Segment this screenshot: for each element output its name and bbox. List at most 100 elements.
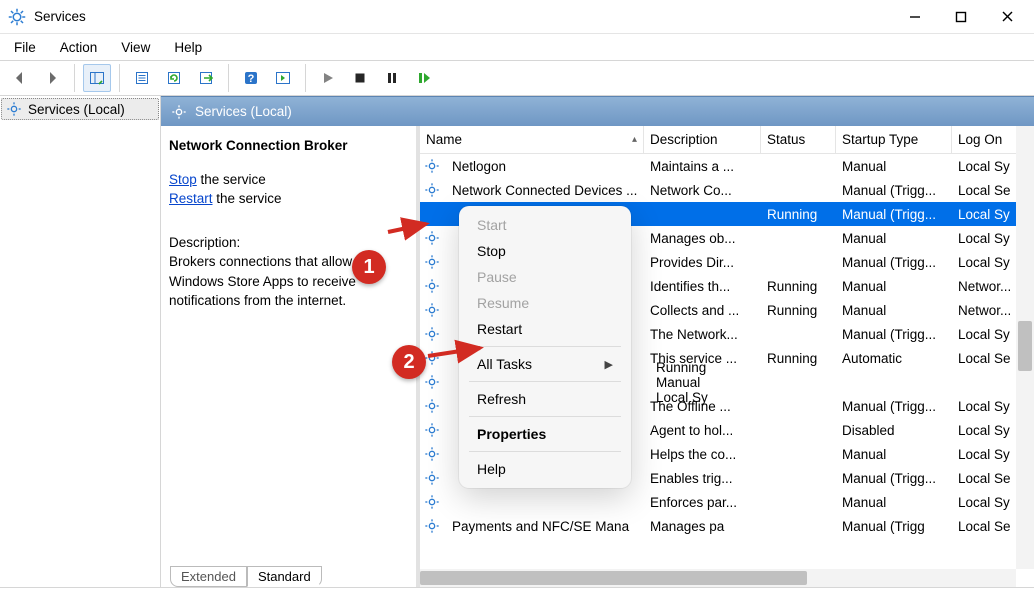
cell-logon: Networ... (952, 303, 1024, 318)
refresh-button[interactable] (160, 64, 188, 92)
menu-help[interactable]: Help (164, 37, 212, 58)
ctx-refresh[interactable]: Refresh (459, 386, 631, 412)
details-panel: Network Connection Broker Stop the servi… (161, 126, 416, 587)
service-row[interactable]: Network Connected Devices ...Network Co.… (420, 178, 1034, 202)
gear-icon (6, 101, 22, 117)
gear-icon (422, 372, 442, 392)
stop-rest-text: the service (197, 172, 266, 187)
cell-name: Payments and NFC/SE Mana (446, 519, 644, 534)
col-log-on-as[interactable]: Log On (952, 126, 1024, 153)
restart-service-button[interactable] (410, 64, 438, 92)
restart-service-link[interactable]: Restart (169, 191, 213, 206)
cell-status: Running (761, 279, 836, 294)
ctx-help[interactable]: Help (459, 456, 631, 482)
tree-root-label: Services (Local) (28, 102, 125, 117)
cell-logon: Local Sy (952, 327, 1024, 342)
scrollbar-thumb[interactable] (1018, 321, 1032, 371)
ctx-restart[interactable]: Restart (459, 316, 631, 342)
cell-description: Manages ob... (644, 231, 761, 246)
cell-startup: Manual (Trigg... (836, 207, 952, 222)
svg-text:?: ? (248, 73, 255, 85)
tree-root-services-local[interactable]: Services (Local) (1, 98, 159, 120)
cell-description: Manages pa (644, 519, 761, 534)
sort-asc-icon: ▴ (632, 134, 637, 145)
cell-startup: Manual (836, 279, 952, 294)
col-name[interactable]: Name▴ (420, 126, 644, 153)
toolbar: ? (0, 60, 1034, 96)
horizontal-scrollbar[interactable] (420, 569, 1016, 587)
cell-logon: Local Sy (952, 207, 1024, 222)
cell-description: Enables trig... (644, 471, 761, 486)
cell-startup: Manual (836, 303, 952, 318)
show-hide-console-tree-button[interactable] (83, 64, 111, 92)
export-list-button[interactable] (192, 64, 220, 92)
menu-file[interactable]: File (4, 37, 46, 58)
gear-icon (422, 396, 442, 416)
service-row[interactable]: NetlogonMaintains a ...ManualLocal Sy (420, 154, 1034, 178)
cell-description: Network Co... (644, 183, 761, 198)
scrollbar-thumb[interactable] (420, 571, 807, 585)
col-description[interactable]: Description (644, 126, 761, 153)
cell-startup: Manual (Trigg... (836, 399, 952, 414)
forward-button[interactable] (38, 64, 66, 92)
cell-status: Running (650, 360, 725, 375)
cell-logon: Local Se (952, 183, 1024, 198)
chevron-right-icon: ▶ (605, 358, 613, 371)
pause-service-button[interactable] (378, 64, 406, 92)
cell-logon: Local Se (952, 519, 1024, 534)
cell-startup: Manual (650, 375, 761, 390)
service-row[interactable]: Payments and NFC/SE ManaManages paManual… (420, 514, 1034, 538)
annotation-1-arrow (386, 218, 434, 241)
cell-status: Running (761, 303, 836, 318)
main-pane: Services (Local) Network Connection Brok… (161, 96, 1034, 587)
cell-name: Netlogon (446, 159, 644, 174)
back-button[interactable] (6, 64, 34, 92)
gear-icon (171, 104, 187, 120)
pane-title: Services (Local) (195, 104, 292, 119)
toolbar-separator (119, 64, 120, 92)
title-bar: Services (0, 0, 1034, 34)
selected-service-name: Network Connection Broker (169, 136, 408, 156)
cell-startup: Manual (Trigg... (836, 471, 952, 486)
tab-standard[interactable]: Standard (247, 566, 322, 587)
ctx-start: Start (459, 212, 631, 238)
properties-button[interactable] (128, 64, 156, 92)
ctx-separator (469, 451, 621, 452)
cell-status: Running (761, 207, 836, 222)
col-status[interactable]: Status (761, 126, 836, 153)
maximize-button[interactable] (938, 2, 984, 32)
cell-logon: Local Sy (952, 423, 1024, 438)
stop-service-button[interactable] (346, 64, 374, 92)
cell-description: Maintains a ... (644, 159, 761, 174)
menu-action[interactable]: Action (50, 37, 108, 58)
close-button[interactable] (984, 2, 1030, 32)
vertical-scrollbar[interactable] (1016, 126, 1034, 569)
cell-startup: Manual (Trigg... (836, 183, 952, 198)
cell-logon: Local Se (952, 351, 1024, 366)
ctx-stop[interactable]: Stop (459, 238, 631, 264)
service-row[interactable]: Enforces par...ManualLocal Sy (420, 490, 1034, 514)
cell-logon: Local Sy (952, 255, 1024, 270)
restart-rest-text: the service (213, 191, 282, 206)
stop-service-link[interactable]: Stop (169, 172, 197, 187)
services-list: Name▴ Description Status Startup Type Lo… (420, 126, 1034, 587)
cell-status: Running (761, 351, 836, 366)
show-hide-action-pane-button[interactable] (269, 64, 297, 92)
help-button[interactable]: ? (237, 64, 265, 92)
cell-startup: Manual (836, 495, 952, 510)
gear-icon (422, 420, 442, 440)
cell-logon: Local Sy (952, 447, 1024, 462)
gear-icon (422, 444, 442, 464)
gear-icon (422, 300, 442, 320)
col-startup-type[interactable]: Startup Type (836, 126, 952, 153)
ctx-separator (469, 346, 621, 347)
cell-startup: Manual (836, 159, 952, 174)
start-service-button[interactable] (314, 64, 342, 92)
stop-service-link-line: Stop the service (169, 170, 408, 190)
menu-bar: File Action View Help (0, 34, 1034, 60)
ctx-properties[interactable]: Properties (459, 421, 631, 447)
tab-extended[interactable]: Extended (170, 566, 247, 587)
toolbar-separator (74, 64, 75, 92)
menu-view[interactable]: View (111, 37, 160, 58)
minimize-button[interactable] (892, 2, 938, 32)
